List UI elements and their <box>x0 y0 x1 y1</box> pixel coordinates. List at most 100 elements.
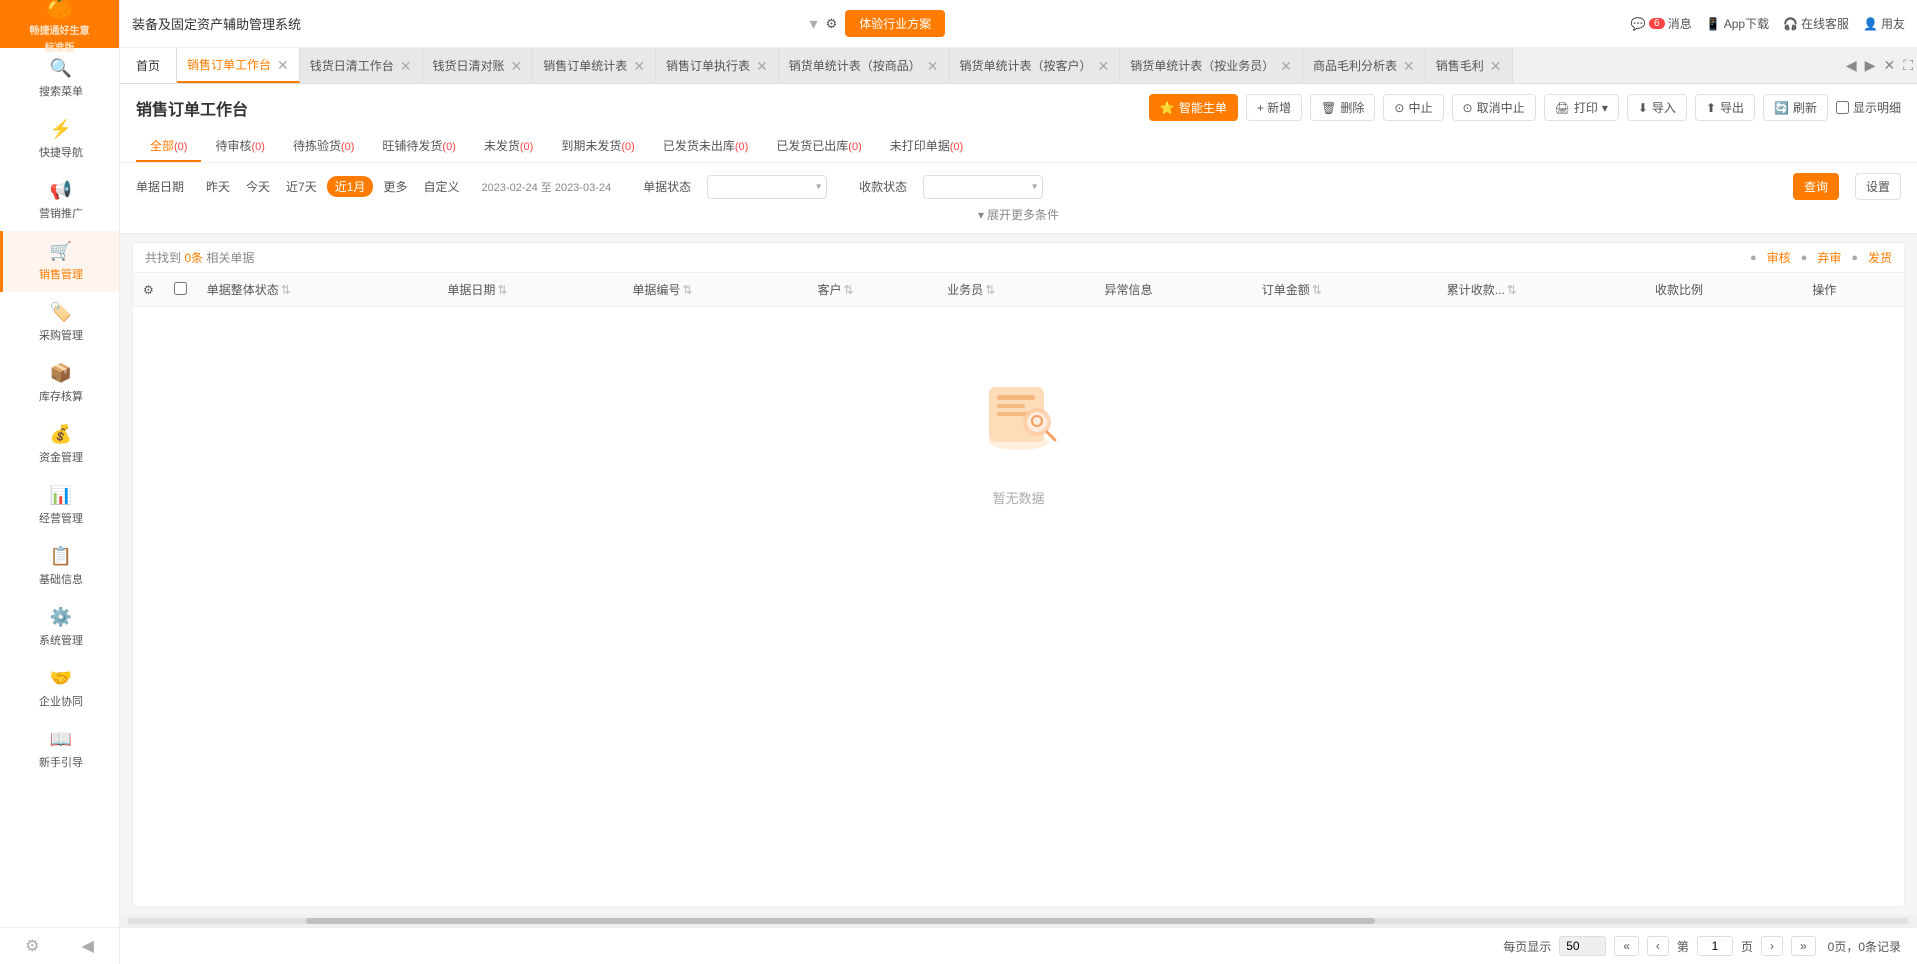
date-today-btn[interactable]: 今天 <box>240 176 276 197</box>
show-detail-checkbox[interactable] <box>1836 101 1849 114</box>
date-more-btn[interactable]: 更多 <box>377 176 413 197</box>
sub-tab-wangpu-delivery[interactable]: 旺铺待发货(0) <box>368 131 469 162</box>
tab-close-sales-stats-customer[interactable]: ✕ <box>1098 59 1110 73</box>
sidebar-item-collab[interactable]: 🤝 企业协同 <box>0 658 119 719</box>
sidebar-item-search[interactable]: 🔍 搜索菜单 <box>0 48 119 109</box>
tab-close-cash-daily[interactable]: ✕ <box>400 59 412 73</box>
page-input[interactable] <box>1697 936 1733 956</box>
tab-close-gross-profit[interactable]: ✕ <box>1403 59 1415 73</box>
page-last-btn[interactable]: » <box>1791 936 1816 956</box>
sidebar-item-system[interactable]: ⚙️ 系统管理 <box>0 597 119 658</box>
scrollbar-thumb[interactable] <box>306 918 1375 924</box>
tab-home[interactable]: 首页 <box>120 48 177 83</box>
sidebar-item-marketing-promo[interactable]: 📢 营销推广 <box>0 170 119 231</box>
sort-date-icon[interactable]: ⇅ <box>497 283 507 297</box>
search-btn[interactable]: 查询 <box>1793 173 1839 200</box>
tabs-next-btn[interactable]: ▶ <box>1861 57 1880 74</box>
topbar-app-download[interactable]: 📱 App下载 <box>1706 15 1769 32</box>
refresh-btn[interactable]: 🔄 刷新 <box>1763 94 1828 121</box>
import-btn[interactable]: ⬇ 导入 <box>1627 94 1687 121</box>
page-prev-btn[interactable]: ‹ <box>1647 936 1669 956</box>
th-settings[interactable]: ⚙ <box>133 273 164 307</box>
page-next-btn[interactable]: › <box>1761 936 1783 956</box>
scrollbar-track[interactable] <box>128 918 1909 924</box>
review-btn[interactable]: 审核 <box>1767 249 1791 266</box>
sidebar-item-quick[interactable]: ⚡ 快捷导航 <box>0 109 119 170</box>
topbar-dropdown-icon[interactable]: ▾ <box>810 14 818 34</box>
print-btn[interactable]: 🖨 打印 ▾ <box>1544 94 1619 121</box>
add-btn[interactable]: + 新增 <box>1246 94 1302 121</box>
sidebar-settings-btn[interactable]: ⚙ <box>25 936 39 956</box>
tabs-prev-btn[interactable]: ◀ <box>1842 57 1861 74</box>
tab-close-sales-stats-product[interactable]: ✕ <box>927 59 939 73</box>
tabs-close-all-btn[interactable]: ✕ <box>1879 57 1899 74</box>
filter-settings-btn[interactable]: 设置 <box>1855 173 1901 200</box>
page-first-btn[interactable]: « <box>1614 936 1639 956</box>
sub-tab-all[interactable]: 全部(0) <box>136 131 201 162</box>
sort-amount-icon[interactable]: ⇅ <box>1312 283 1322 297</box>
sidebar-item-sales[interactable]: 🛒 销售管理 <box>0 231 119 292</box>
tab-close-sales-stats-staff[interactable]: ✕ <box>1280 59 1292 73</box>
topbar-settings-btn[interactable]: ⚙ <box>826 16 838 32</box>
sort-number-icon[interactable]: ⇅ <box>682 283 692 297</box>
sub-tab-not-shipped[interactable]: 未发货(0) <box>470 131 547 162</box>
date-7days-btn[interactable]: 近7天 <box>280 176 323 197</box>
sidebar-item-finance[interactable]: 💰 资金管理 <box>0 414 119 475</box>
horizontal-scrollbar[interactable] <box>120 915 1917 927</box>
sub-tab-expired-not-shipped[interactable]: 到期未发货(0) <box>547 131 648 162</box>
tab-order-exec[interactable]: 销售订单执行表 ✕ <box>656 48 779 83</box>
tab-sales-stats-staff[interactable]: 销货单统计表（按业务员） ✕ <box>1120 48 1303 83</box>
tab-close-cash-account[interactable]: ✕ <box>511 59 523 73</box>
sidebar-item-base[interactable]: 📋 基础信息 <box>0 536 119 597</box>
payment-select[interactable] <box>923 175 1043 199</box>
sub-tab-shipped-out[interactable]: 已发货已出库(0) <box>762 131 875 162</box>
sidebar-collapse-btn[interactable]: ◀ <box>82 936 94 956</box>
stop-btn[interactable]: ⊙ 中止 <box>1383 94 1443 121</box>
topbar-user[interactable]: 👤 用友 <box>1863 15 1905 32</box>
tabs-fullscreen-btn[interactable]: ⛶ <box>1899 57 1917 74</box>
sidebar-item-operations[interactable]: 📊 经营管理 <box>0 475 119 536</box>
smart-create-btn[interactable]: ⭐ 智能生单 <box>1149 94 1238 121</box>
sort-collected-icon[interactable]: ⇅ <box>1507 283 1517 297</box>
tab-gross-profit[interactable]: 商品毛利分析表 ✕ <box>1303 48 1426 83</box>
sidebar-item-purchase[interactable]: 🏷️ 采购管理 <box>0 292 119 353</box>
show-detail-label[interactable]: 显示明细 <box>1836 99 1901 116</box>
sort-staff-icon[interactable]: ⇅ <box>985 283 995 297</box>
cancel-review-btn[interactable]: 弃审 <box>1817 249 1841 266</box>
tab-close-order-stats[interactable]: ✕ <box>633 59 645 73</box>
sort-status-icon[interactable]: ⇅ <box>281 283 291 297</box>
sort-customer-icon[interactable]: ⇅ <box>844 283 854 297</box>
page-size-select[interactable]: 10 20 50 100 <box>1559 936 1606 956</box>
select-all-checkbox[interactable] <box>174 282 187 295</box>
topbar-messages[interactable]: 💬 6 消息 <box>1631 15 1692 32</box>
tab-close-sales-order[interactable]: ✕ <box>277 58 289 72</box>
date-yesterday-btn[interactable]: 昨天 <box>200 176 236 197</box>
sub-tab-shipped-not-out[interactable]: 已发货未出库(0) <box>649 131 762 162</box>
sub-tab-pending-review[interactable]: 待审核(0) <box>201 131 278 162</box>
tab-cash-account[interactable]: 钱货日清对账 ✕ <box>423 48 534 83</box>
tab-close-sales-rec[interactable]: ✕ <box>1490 59 1502 73</box>
tab-order-stats[interactable]: 销售订单统计表 ✕ <box>533 48 656 83</box>
date-custom-btn[interactable]: 自定义 <box>417 176 465 197</box>
cancel-stop-btn[interactable]: ⊙ 取消中止 <box>1452 94 1536 121</box>
sub-tab-pending-delivery[interactable]: 待拣验货(0) <box>279 131 368 162</box>
sidebar-label-operations: 经营管理 <box>39 510 83 526</box>
topbar-service[interactable]: 🎧 在线客服 <box>1783 15 1849 32</box>
tab-close-order-exec[interactable]: ✕ <box>756 59 768 73</box>
tab-cash-daily[interactable]: 钱货日清工作台 ✕ <box>300 48 423 83</box>
sub-tab-not-printed[interactable]: 未打印单据(0) <box>876 131 977 162</box>
sidebar-item-inventory[interactable]: 📦 库存核算 <box>0 353 119 414</box>
date-1month-btn[interactable]: 近1月 <box>327 176 374 197</box>
delete-btn[interactable]: 🗑 删除 <box>1310 94 1375 121</box>
expand-btn[interactable]: ▾ 展开更多条件 <box>978 206 1059 223</box>
th-checkbox[interactable] <box>164 273 197 307</box>
tab-sales-rec[interactable]: 销售毛利 ✕ <box>1426 48 1513 83</box>
sidebar-item-guide[interactable]: 📖 新手引导 <box>0 719 119 780</box>
status-select[interactable] <box>707 175 827 199</box>
tab-sales-stats-product[interactable]: 销货单统计表（按商品） ✕ <box>779 48 950 83</box>
tab-sales-stats-customer[interactable]: 销货单统计表（按客户） ✕ <box>950 48 1121 83</box>
ship-btn[interactable]: 发货 <box>1868 249 1892 266</box>
tab-sales-order[interactable]: 销售订单工作台 ✕ <box>177 48 300 83</box>
export-btn[interactable]: ⬆ 导出 <box>1695 94 1755 121</box>
topbar-industry-btn[interactable]: 体验行业方案 <box>845 10 945 37</box>
